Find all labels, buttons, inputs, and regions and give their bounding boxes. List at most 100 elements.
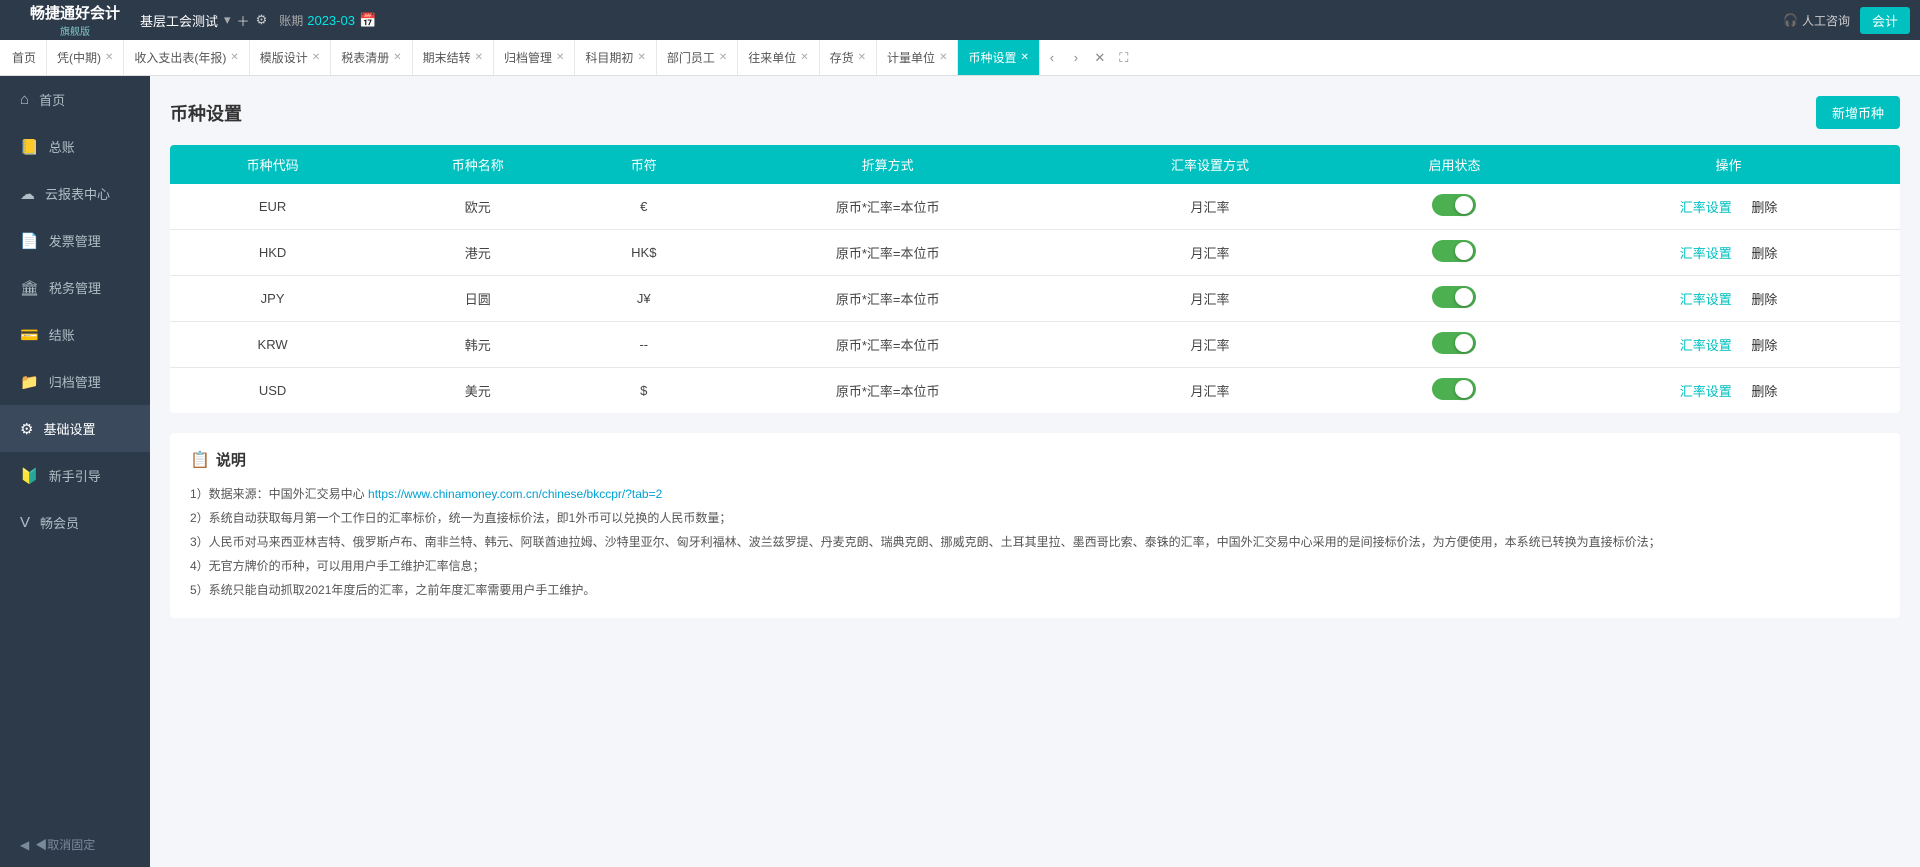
help-button[interactable]: 🎧 人工咨询 — [1783, 12, 1850, 29]
toggle-switch-2[interactable] — [1432, 286, 1476, 308]
calendar-icon[interactable]: 📅 — [359, 12, 376, 29]
rate-setting-btn-0[interactable]: 汇率设置 — [1680, 200, 1732, 215]
top-bar: 畅捷通好会计 旗舰版 基层工会测试 ▾ ＋ ⚙ 账期 2023-03 📅 🎧 人… — [0, 0, 1920, 40]
cell-convert-0: 原币*汇率=本位币 — [707, 184, 1068, 230]
toggle-switch-3[interactable] — [1432, 332, 1476, 354]
home-icon: ⌂ — [20, 91, 29, 108]
tab-account-init[interactable]: 科目期初 ✕ — [575, 40, 656, 76]
tab-inventory[interactable]: 存货 ✕ — [820, 40, 877, 76]
toggle-track-2[interactable] — [1432, 286, 1476, 308]
rate-setting-btn-2[interactable]: 汇率设置 — [1680, 292, 1732, 307]
delete-btn-3[interactable]: 删除 — [1751, 338, 1777, 353]
tab-account-init-close[interactable]: ✕ — [637, 52, 645, 63]
cell-toggle-4[interactable] — [1352, 368, 1557, 414]
tab-inventory-close[interactable]: ✕ — [858, 52, 866, 63]
description-box: 📋 说明 1）数据来源：中国外汇交易中心 https://www.chinamo… — [170, 433, 1900, 618]
toggle-track-1[interactable] — [1432, 240, 1476, 262]
tab-template[interactable]: 模版设计 ✕ — [250, 40, 331, 76]
toggle-switch-4[interactable] — [1432, 378, 1476, 400]
tab-maximize-button[interactable]: ⛶ — [1112, 40, 1136, 76]
sidebar-basic-label: 基础设置 — [43, 419, 95, 438]
sidebar-item-archive[interactable]: 📁 归档管理 — [0, 358, 150, 405]
sidebar: ⌂ 首页 📒 总账 ☁ 云报表中心 📄 发票管理 🏛 税务管理 💳 结账 📁 归… — [0, 76, 150, 867]
currency-table: 币种代码 币种名称 币符 折算方式 汇率设置方式 启用状态 操作 EUR 欧元 … — [170, 145, 1900, 413]
col-symbol: 币符 — [580, 145, 707, 184]
account-button[interactable]: 会计 — [1860, 7, 1910, 34]
cell-actions-1: 汇率设置 删除 — [1557, 230, 1900, 276]
sidebar-item-ledger[interactable]: 📒 总账 — [0, 123, 150, 170]
tab-template-close[interactable]: ✕ — [312, 52, 320, 63]
toggle-thumb-3 — [1455, 334, 1473, 352]
tab-voucher-close[interactable]: ✕ — [105, 52, 113, 63]
pin-icon: ◀ — [20, 838, 29, 852]
tab-partner-close[interactable]: ✕ — [800, 52, 808, 63]
sidebar-item-guide[interactable]: 🔰 新手引导 — [0, 452, 150, 499]
sidebar-item-basic[interactable]: ⚙ 基础设置 — [0, 405, 150, 452]
cell-toggle-1[interactable] — [1352, 230, 1557, 276]
settings-icon[interactable]: ⚙ — [256, 12, 268, 28]
tab-dept-staff[interactable]: 部门员工 ✕ — [657, 40, 738, 76]
desc-item-1: 2）系统自动获取每月第一个工作日的汇率标价，统一为直接标价法，即1外币可以兑换的… — [190, 506, 1880, 530]
tab-partner-label: 往来单位 — [748, 49, 796, 66]
cell-symbol-3: -- — [580, 322, 707, 368]
sidebar-item-tax[interactable]: 🏛 税务管理 — [0, 264, 150, 311]
tab-tax-close[interactable]: ✕ — [393, 52, 401, 63]
cell-symbol-2: J¥ — [580, 276, 707, 322]
archive-icon: 📁 — [20, 373, 39, 391]
toggle-track-3[interactable] — [1432, 332, 1476, 354]
tab-period-end-label: 期末结转 — [423, 49, 471, 66]
tab-dept-staff-close[interactable]: ✕ — [719, 52, 727, 63]
tab-next-button[interactable]: › — [1064, 40, 1088, 76]
guide-icon: 🔰 — [20, 467, 39, 485]
tab-period-end-close[interactable]: ✕ — [475, 52, 483, 63]
sidebar-item-member[interactable]: V 畅会员 — [0, 499, 150, 546]
toggle-track-0[interactable] — [1432, 194, 1476, 216]
sidebar-pin-toggle[interactable]: ◀ ◀取消固定 — [0, 822, 150, 867]
tab-home[interactable]: 首页 — [2, 40, 47, 76]
new-currency-button[interactable]: 新增币种 — [1816, 96, 1900, 129]
rate-setting-btn-1[interactable]: 汇率设置 — [1680, 246, 1732, 261]
tab-period-end[interactable]: 期末结转 ✕ — [413, 40, 494, 76]
tab-income[interactable]: 收入支出表(年报) ✕ — [124, 40, 249, 76]
tab-close-all-button[interactable]: ✕ — [1088, 40, 1112, 76]
cell-name-1: 港元 — [375, 230, 580, 276]
cell-toggle-2[interactable] — [1352, 276, 1557, 322]
cell-rate-type-1: 月汇率 — [1068, 230, 1352, 276]
workspace-dropdown-icon[interactable]: ▾ — [224, 12, 231, 28]
sidebar-item-invoice[interactable]: 📄 发票管理 — [0, 217, 150, 264]
tab-archive-mgr-close[interactable]: ✕ — [556, 52, 564, 63]
tab-voucher[interactable]: 凭(中期) ✕ — [47, 40, 124, 76]
col-convert: 折算方式 — [707, 145, 1068, 184]
toggle-switch-1[interactable] — [1432, 240, 1476, 262]
desc-link[interactable]: https://www.chinamoney.com.cn/chinese/bk… — [368, 487, 662, 501]
sidebar-report-label: 云报表中心 — [45, 184, 110, 203]
cell-symbol-1: HK$ — [580, 230, 707, 276]
tab-income-close[interactable]: ✕ — [230, 52, 238, 63]
tab-tax[interactable]: 税表清册 ✕ — [331, 40, 412, 76]
tab-currency[interactable]: 币种设置 ✕ — [958, 40, 1039, 76]
toggle-switch-0[interactable] — [1432, 194, 1476, 216]
tab-account-init-label: 科目期初 — [585, 49, 633, 66]
tab-archive-mgr[interactable]: 归档管理 ✕ — [494, 40, 575, 76]
sidebar-checkout-label: 结账 — [49, 325, 75, 344]
cell-toggle-3[interactable] — [1352, 322, 1557, 368]
invoice-icon: 📄 — [20, 232, 39, 250]
logo-area: 畅捷通好会计 旗舰版 — [10, 2, 140, 38]
toggle-track-4[interactable] — [1432, 378, 1476, 400]
delete-btn-1[interactable]: 删除 — [1751, 246, 1777, 261]
tab-currency-close[interactable]: ✕ — [1020, 52, 1028, 63]
add-workspace-icon[interactable]: ＋ — [237, 11, 250, 30]
delete-btn-2[interactable]: 删除 — [1751, 292, 1777, 307]
rate-setting-btn-3[interactable]: 汇率设置 — [1680, 338, 1732, 353]
sidebar-item-checkout[interactable]: 💳 结账 — [0, 311, 150, 358]
sidebar-item-home[interactable]: ⌂ 首页 — [0, 76, 150, 123]
delete-btn-4[interactable]: 删除 — [1751, 384, 1777, 399]
delete-btn-0[interactable]: 删除 — [1751, 200, 1777, 215]
tab-unit-close[interactable]: ✕ — [939, 52, 947, 63]
rate-setting-btn-4[interactable]: 汇率设置 — [1680, 384, 1732, 399]
tab-unit[interactable]: 计量单位 ✕ — [877, 40, 958, 76]
sidebar-item-report[interactable]: ☁ 云报表中心 — [0, 170, 150, 217]
tab-prev-button[interactable]: ‹ — [1040, 40, 1064, 76]
cell-toggle-0[interactable] — [1352, 184, 1557, 230]
tab-partner[interactable]: 往来单位 ✕ — [738, 40, 819, 76]
